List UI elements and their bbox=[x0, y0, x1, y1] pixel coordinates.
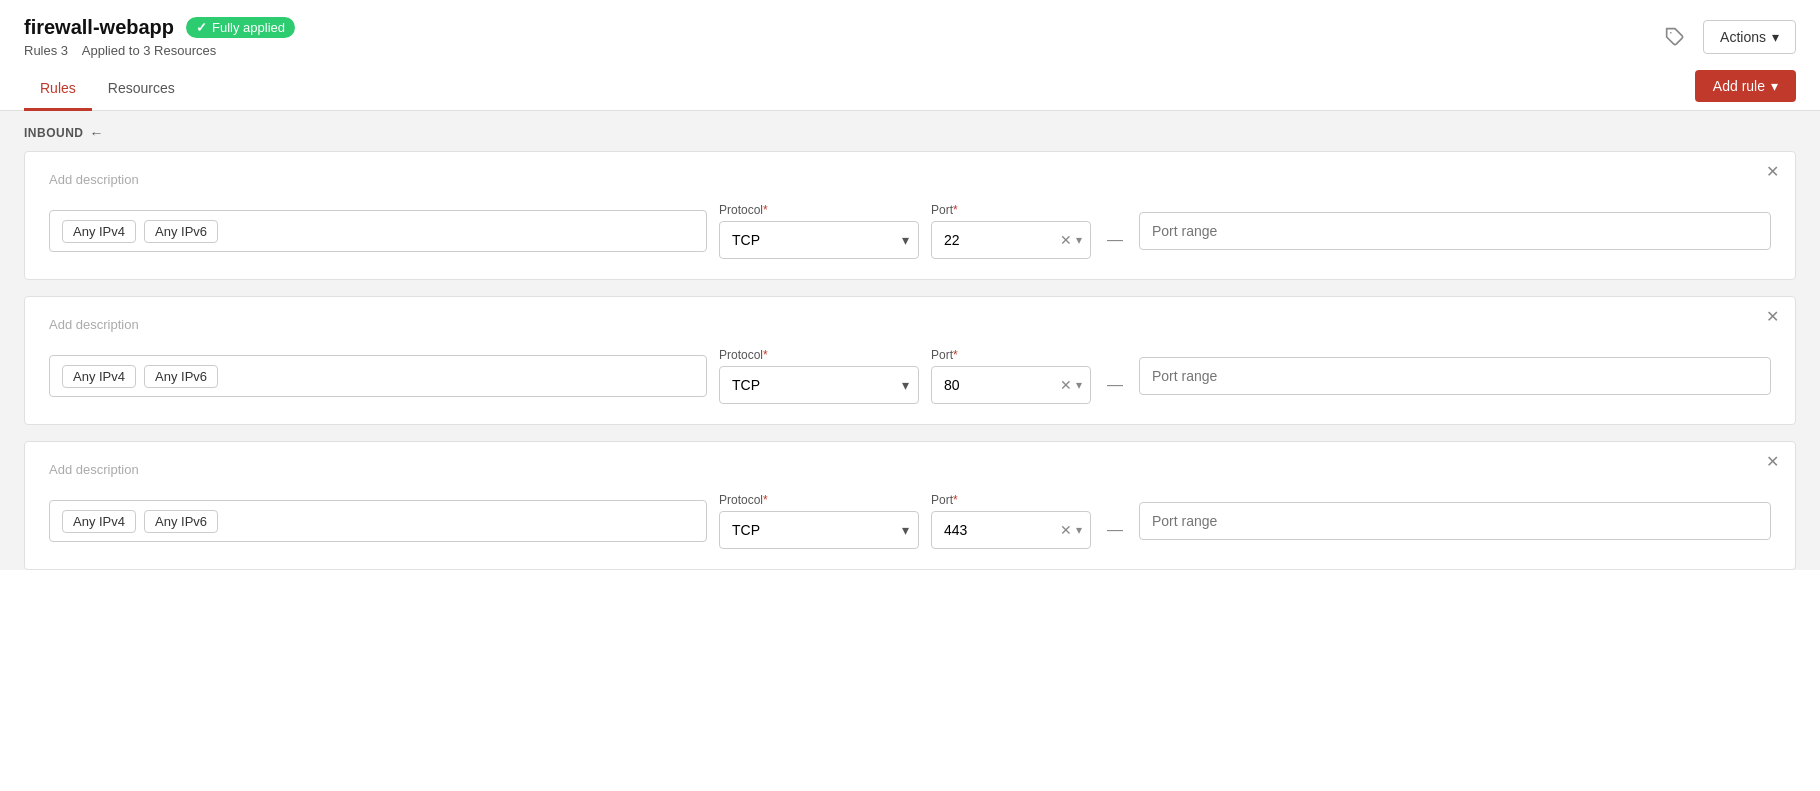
rule-3-port-label: Port* bbox=[931, 493, 1091, 507]
inbound-text: INBOUND bbox=[24, 126, 84, 140]
rule-3-ip-tags[interactable]: Any IPv4 Any IPv6 bbox=[49, 500, 707, 542]
page-header: firewall-webapp Fully applied Rules 3 Ap… bbox=[0, 0, 1820, 58]
rule-1-fields: Any IPv4 Any IPv6 Protocol* TCP UDP ICMP… bbox=[49, 203, 1771, 259]
applied-count: Applied to 3 Resources bbox=[82, 43, 216, 58]
rule-2-port-range-input[interactable] bbox=[1139, 357, 1771, 395]
tab-resources[interactable]: Resources bbox=[92, 70, 191, 111]
rule-2-protocol-select-wrapper: TCP UDP ICMP Any bbox=[719, 366, 919, 404]
rule-2-description[interactable]: Add description bbox=[49, 317, 1771, 332]
rule-2-ip-tag-ipv4: Any IPv4 bbox=[62, 365, 136, 388]
rule-2-port-input-wrapper: ✕ ▾ bbox=[931, 366, 1091, 404]
rule-2-port-chevron-icon[interactable]: ▾ bbox=[1076, 378, 1082, 392]
rule-1-port-chevron-icon[interactable]: ▾ bbox=[1076, 233, 1082, 247]
rule-1-port-controls: ✕ ▾ bbox=[1060, 232, 1082, 248]
rule-2-fields: Any IPv4 Any IPv6 Protocol* TCP UDP ICMP… bbox=[49, 348, 1771, 404]
rule-3-ip-tag-ipv6: Any IPv6 bbox=[144, 510, 218, 533]
inbound-arrow-icon: ← bbox=[90, 125, 105, 141]
tag-icon[interactable] bbox=[1659, 21, 1691, 53]
rule-2-port-label: Port* bbox=[931, 348, 1091, 362]
rule-3-port-controls: ✕ ▾ bbox=[1060, 522, 1082, 538]
rule-1-ip-tags[interactable]: Any IPv4 Any IPv6 bbox=[49, 210, 707, 252]
add-rule-chevron-icon: ▾ bbox=[1771, 78, 1778, 94]
rule-3-fields: Any IPv4 Any IPv6 Protocol* TCP UDP ICMP… bbox=[49, 493, 1771, 549]
rule-1-dash: — bbox=[1107, 231, 1123, 249]
rule-2-port-clear-icon[interactable]: ✕ bbox=[1060, 377, 1072, 393]
rule-3-port-input[interactable] bbox=[940, 518, 1010, 542]
rule-1-protocol-select[interactable]: TCP UDP ICMP Any bbox=[719, 221, 919, 259]
rule-2-ip-tag-ipv6: Any IPv6 bbox=[144, 365, 218, 388]
content-area: INBOUND ← ✕ Add description Any IPv4 Any… bbox=[0, 111, 1820, 570]
rule-3-protocol-select-wrapper: TCP UDP ICMP Any bbox=[719, 511, 919, 549]
rule-3-port-range-field bbox=[1139, 502, 1771, 540]
rules-count: Rules 3 bbox=[24, 43, 68, 58]
header-right: Actions ▾ bbox=[1659, 16, 1796, 54]
tab-actions: Add rule ▾ bbox=[1695, 70, 1796, 110]
rule-3-port-field: Port* ✕ ▾ bbox=[931, 493, 1091, 549]
rule-3-protocol-select[interactable]: TCP UDP ICMP Any bbox=[719, 511, 919, 549]
rule-1-port-input[interactable] bbox=[940, 228, 1010, 252]
rule-3-port-range-input[interactable] bbox=[1139, 502, 1771, 540]
rule-2-protocol-select[interactable]: TCP UDP ICMP Any bbox=[719, 366, 919, 404]
title-row: firewall-webapp Fully applied bbox=[24, 16, 295, 39]
rule-3-close-button[interactable]: ✕ bbox=[1766, 454, 1779, 470]
rule-1-ip-tag-ipv4: Any IPv4 bbox=[62, 220, 136, 243]
rule-3-protocol-field: Protocol* TCP UDP ICMP Any bbox=[719, 493, 919, 549]
rule-1-description[interactable]: Add description bbox=[49, 172, 1771, 187]
rule-2-port-range-field bbox=[1139, 357, 1771, 395]
rule-1-protocol-label: Protocol* bbox=[719, 203, 919, 217]
rule-3-ip-tag-ipv4: Any IPv4 bbox=[62, 510, 136, 533]
rule-3-dash: — bbox=[1107, 521, 1123, 539]
rule-1-port-clear-icon[interactable]: ✕ bbox=[1060, 232, 1072, 248]
rule-1-port-range-input[interactable] bbox=[1139, 212, 1771, 250]
rule-3-port-input-wrapper: ✕ ▾ bbox=[931, 511, 1091, 549]
rule-3-port-clear-icon[interactable]: ✕ bbox=[1060, 522, 1072, 538]
rule-1-port-range-field bbox=[1139, 212, 1771, 250]
actions-button[interactable]: Actions ▾ bbox=[1703, 20, 1796, 54]
rule-card-3: ✕ Add description Any IPv4 Any IPv6 Prot… bbox=[24, 441, 1796, 570]
header-left: firewall-webapp Fully applied Rules 3 Ap… bbox=[24, 16, 295, 58]
rule-1-ip-tag-ipv6: Any IPv6 bbox=[144, 220, 218, 243]
status-badge: Fully applied bbox=[186, 17, 295, 38]
tabs-bar: Rules Resources Add rule ▾ bbox=[0, 70, 1820, 111]
rule-1-port-field: Port* ✕ ▾ bbox=[931, 203, 1091, 259]
rule-3-protocol-label: Protocol* bbox=[719, 493, 919, 507]
rule-2-port-input[interactable] bbox=[940, 373, 1010, 397]
rule-2-protocol-label: Protocol* bbox=[719, 348, 919, 362]
tab-rules[interactable]: Rules bbox=[24, 70, 92, 111]
page-title: firewall-webapp bbox=[24, 16, 174, 39]
rule-1-protocol-field: Protocol* TCP UDP ICMP Any bbox=[719, 203, 919, 259]
actions-chevron-icon: ▾ bbox=[1772, 29, 1779, 45]
rule-3-description[interactable]: Add description bbox=[49, 462, 1771, 477]
rule-2-ip-tags[interactable]: Any IPv4 Any IPv6 bbox=[49, 355, 707, 397]
rule-2-port-field: Port* ✕ ▾ bbox=[931, 348, 1091, 404]
subtitle: Rules 3 Applied to 3 Resources bbox=[24, 43, 295, 58]
rule-3-port-chevron-icon[interactable]: ▾ bbox=[1076, 523, 1082, 537]
rule-card-1: ✕ Add description Any IPv4 Any IPv6 Prot… bbox=[24, 151, 1796, 280]
add-rule-label: Add rule bbox=[1713, 78, 1765, 94]
rule-1-close-button[interactable]: ✕ bbox=[1766, 164, 1779, 180]
add-rule-button[interactable]: Add rule ▾ bbox=[1695, 70, 1796, 102]
rule-1-port-input-wrapper: ✕ ▾ bbox=[931, 221, 1091, 259]
rule-2-protocol-field: Protocol* TCP UDP ICMP Any bbox=[719, 348, 919, 404]
rule-card-2: ✕ Add description Any IPv4 Any IPv6 Prot… bbox=[24, 296, 1796, 425]
rule-1-protocol-select-wrapper: TCP UDP ICMP Any bbox=[719, 221, 919, 259]
rule-2-close-button[interactable]: ✕ bbox=[1766, 309, 1779, 325]
inbound-label: INBOUND ← bbox=[0, 111, 1820, 151]
rule-2-dash: — bbox=[1107, 376, 1123, 394]
rule-1-port-label: Port* bbox=[931, 203, 1091, 217]
actions-label: Actions bbox=[1720, 29, 1766, 45]
rule-2-port-controls: ✕ ▾ bbox=[1060, 377, 1082, 393]
